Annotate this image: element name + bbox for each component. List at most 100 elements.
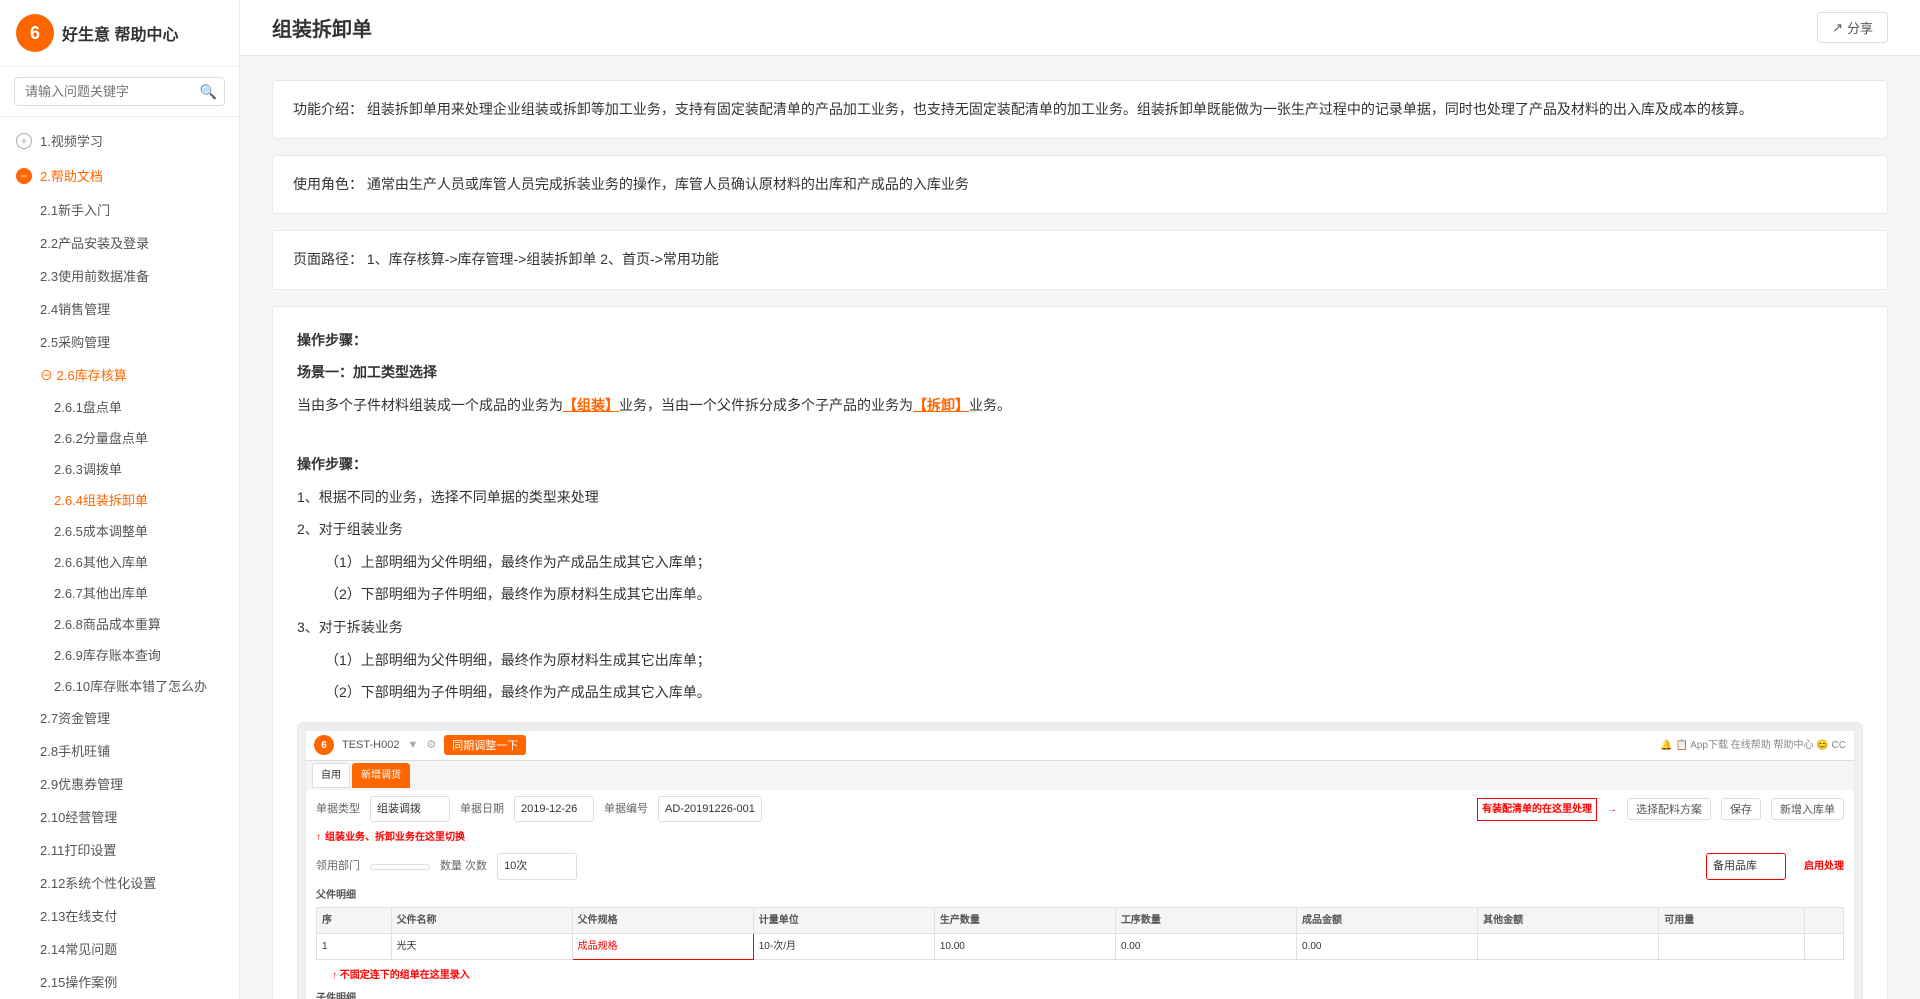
- sidebar-item-customize[interactable]: 2.12系统个性化设置: [0, 866, 239, 899]
- mock-date-value[interactable]: 2019-12-26: [514, 796, 594, 823]
- main-header: 组装拆卸单 ↗ 分享: [240, 0, 1920, 56]
- search-input[interactable]: [14, 77, 225, 106]
- page-path-block: 页面路径： 1、库存核算->库存管理->组装拆卸单 2、首页->常用功能: [272, 230, 1888, 289]
- sidebar-item-label: 2.帮助文档: [40, 166, 103, 185]
- steps-sub-title: 操作步骤：: [297, 451, 1863, 478]
- sidebar-item-stocktake[interactable]: 2.6.1盘点单: [0, 391, 239, 422]
- step2-2: （2）下部明细为子件明细，最终作为原材料生成其它出库单。: [297, 581, 1863, 608]
- main-panel: 组装拆卸单 ↗ 分享 功能介绍： 组装拆卸单用来处理企业组装或拆卸等加工业务，支…: [240, 0, 1920, 999]
- sidebar-header: 6 好生意 帮助中心: [0, 0, 239, 67]
- sidebar-item-mobile[interactable]: 2.8手机旺铺: [0, 734, 239, 767]
- sidebar-item-install[interactable]: 2.2产品安装及登录: [0, 226, 239, 259]
- mock-col-parent-name: 父件名称: [391, 908, 572, 934]
- mock-col-proc-qty: 工序数量: [1115, 908, 1296, 934]
- mock-warehouse-value[interactable]: 备用品库: [1706, 853, 1786, 880]
- sidebar-item-stock-ledger[interactable]: 2.6.9库存账本查询: [0, 639, 239, 670]
- sidebar-item-transfer[interactable]: 2.6.3调拨单: [0, 453, 239, 484]
- mock-annotation-type: ↑ 组装业务、拆卸业务在这里切换: [316, 828, 1844, 847]
- mock-tab-new-transfer[interactable]: 新增调货: [352, 763, 410, 788]
- app-title: 好生意 帮助中心: [62, 21, 178, 45]
- step3-1: （1）上部明细为父件明细，最终作为原材料生成其它出库单；: [297, 647, 1863, 674]
- mock-annotation1: 有装配清单的在这里处理: [1477, 798, 1597, 821]
- sidebar-item-inventory[interactable]: ⊖ 2.6库存核算: [0, 358, 239, 391]
- expand-icon: +: [16, 133, 32, 149]
- feature-intro-text: 组装拆卸单用来处理企业组装或拆卸等加工业务，支持有固定装配清单的产品加工业务，也…: [367, 101, 1753, 117]
- step3-2: （2）下部明细为子件明细，最终作为产成品生成其它入库单。: [297, 679, 1863, 706]
- sidebar-item-data-prep[interactable]: 2.3使用前数据准备: [0, 259, 239, 292]
- page-path-text: 1、库存核算->库存管理->组装拆卸单 2、首页->常用功能: [367, 251, 719, 267]
- sidebar-item-sales[interactable]: 2.4销售管理: [0, 292, 239, 325]
- mock-dept-row: 领用部门 数量 次数 10次 备用品库 启用处理: [316, 853, 1844, 880]
- sidebar-item-other-in[interactable]: 2.6.6其他入库单: [0, 546, 239, 577]
- steps-block: 操作步骤： 场景一：加工类型选择 当由多个子件材料组装成一个成品的业务为【组装】…: [272, 306, 1888, 999]
- mock-bottom-table-label: 子件明细: [316, 989, 1844, 999]
- mock-date-label: 单据日期: [460, 799, 504, 820]
- mock-col-action: [1804, 908, 1843, 934]
- mock-company: TEST-H002: [342, 735, 399, 756]
- page-title: 组装拆卸单: [272, 13, 372, 42]
- share-button[interactable]: ↗ 分享: [1817, 12, 1888, 43]
- scene1-title: 场景一：加工类型选择: [297, 364, 437, 380]
- feature-intro-block: 功能介绍： 组装拆卸单用来处理企业组装或拆卸等加工业务，支持有固定装配清单的产品…: [272, 80, 1888, 139]
- feature-intro-label: 功能介绍：: [293, 101, 363, 117]
- mock-bottom-annotation: ↑ 不固定连下的组单在这里录入: [332, 966, 1844, 985]
- mock-tab-self[interactable]: 自用: [312, 763, 350, 788]
- mock-col-unit: 计量单位: [753, 908, 934, 934]
- sidebar-item-fund[interactable]: 2.7资金管理: [0, 701, 239, 734]
- sidebar-item-cases[interactable]: 2.15操作案例: [0, 965, 239, 998]
- sidebar-item-print[interactable]: 2.11打印设置: [0, 833, 239, 866]
- mock-form-row1: 单据类型 组装调拨 单据日期 2019-12-26 单据编号 AD-201912…: [316, 796, 1844, 823]
- user-role-block: 使用角色： 通常由生产人员或库管人员完成拆装业务的操作，库管人员确认原材料的出库…: [272, 155, 1888, 214]
- sidebar-item-faq[interactable]: 2.14常见问题: [0, 932, 239, 965]
- mock-btn-sync[interactable]: 同期调整一下: [444, 735, 526, 755]
- mock-dept-label: 领用部门: [316, 856, 360, 877]
- content-area: 功能介绍： 组装拆卸单用来处理企业组装或拆卸等加工业务，支持有固定装配清单的产品…: [240, 56, 1920, 999]
- mock-col-other-amt: 其他金额: [1478, 908, 1659, 934]
- mock-form-area: 单据类型 组装调拨 单据日期 2019-12-26 单据编号 AD-201912…: [306, 790, 1854, 999]
- sidebar-item-video[interactable]: + 1.视频学习: [0, 123, 239, 158]
- share-icon: ↗: [1832, 20, 1843, 36]
- mock-btn-new-in[interactable]: 新增入库单: [1771, 798, 1844, 820]
- mock-dept-value[interactable]: [370, 864, 430, 870]
- step2-1: （1）上部明细为父件明细，最终作为产成品生成其它入库单；: [297, 549, 1863, 576]
- sidebar-item-ops[interactable]: 2.10经营管理: [0, 800, 239, 833]
- page-path-label: 页面路径：: [293, 251, 363, 267]
- mock-col-prod-qty: 生产数量: [934, 908, 1115, 934]
- steps-title: 操作步骤：: [297, 332, 367, 348]
- sidebar-item-label: 1.视频学习: [40, 131, 103, 150]
- mock-col-seq: 序: [317, 908, 392, 934]
- mock-num-value[interactable]: AD-20191226-001: [658, 796, 762, 823]
- step1: 1、根据不同的业务，选择不同单据的类型来处理: [297, 484, 1863, 511]
- scene1-desc: 当由多个子件材料组装成一个成品的业务为【组装】业务，当由一个父件拆分成多个子产品…: [297, 392, 1863, 419]
- mock-col-prod-amt: 成品金额: [1297, 908, 1478, 934]
- mock-top-table: 序 父件名称 父件规格 计量单位 生产数量 工序数量 成品金额 其他金额 可用量: [316, 907, 1844, 960]
- sidebar-item-cost-adjust[interactable]: 2.6.5成本调整单: [0, 515, 239, 546]
- sidebar-item-assembly[interactable]: 2.6.4组装拆卸单: [0, 484, 239, 515]
- mock-screen: 6 TEST-H002 ▼ ⚙ 同期调整一下 🔔 📋 App下载 在线帮助 帮助…: [298, 723, 1862, 999]
- sidebar-item-coupon[interactable]: 2.9优惠券管理: [0, 767, 239, 800]
- sidebar-item-partial-stocktake[interactable]: 2.6.2分量盘点单: [0, 422, 239, 453]
- mock-topbar: 6 TEST-H002 ▼ ⚙ 同期调整一下 🔔 📋 App下载 在线帮助 帮助…: [306, 731, 1854, 761]
- expand-icon: −: [16, 168, 32, 184]
- sidebar-item-purchase[interactable]: 2.5采购管理: [0, 325, 239, 358]
- mock-type-value[interactable]: 组装调拨: [370, 796, 450, 823]
- sidebar-item-newbie[interactable]: 2.1新手入门: [0, 193, 239, 226]
- search-icon: 🔍: [200, 83, 217, 100]
- mock-top-row1: 1 光天 成品规格 10-次/月 10.00 0.00 0.00: [317, 934, 1844, 960]
- mock-btn-save[interactable]: 保存: [1721, 798, 1761, 820]
- sidebar-item-stock-error[interactable]: 2.6.10库存账本错了怎么办: [0, 670, 239, 701]
- sidebar: 6 好生意 帮助中心 🔍 + 1.视频学习 − 2.帮助文档 2.1新手入门 2…: [0, 0, 240, 999]
- mock-qty-value[interactable]: 10次: [497, 853, 577, 880]
- sidebar-item-help-docs[interactable]: − 2.帮助文档: [0, 158, 239, 193]
- mock-topbar-icons: 🔔 📋 App下载 在线帮助 帮助中心 😊 CC: [1660, 736, 1846, 755]
- sidebar-item-cost-recalc[interactable]: 2.6.8商品成本重算: [0, 608, 239, 639]
- mock-top-table-label: 父件明细: [316, 886, 1844, 905]
- sidebar-item-online-pay[interactable]: 2.13在线支付: [0, 899, 239, 932]
- mock-btn-select-plan[interactable]: 选择配料方案: [1627, 798, 1711, 820]
- mock-logo: 6: [314, 735, 334, 755]
- sidebar-item-other-out[interactable]: 2.6.7其他出库单: [0, 577, 239, 608]
- logo-icon: 6: [16, 14, 54, 52]
- screenshot-container: 6 TEST-H002 ▼ ⚙ 同期调整一下 🔔 📋 App下载 在线帮助 帮助…: [297, 722, 1863, 999]
- assembly-link[interactable]: 【组装】: [563, 397, 619, 413]
- disassembly-link[interactable]: 【拆卸】: [913, 397, 969, 413]
